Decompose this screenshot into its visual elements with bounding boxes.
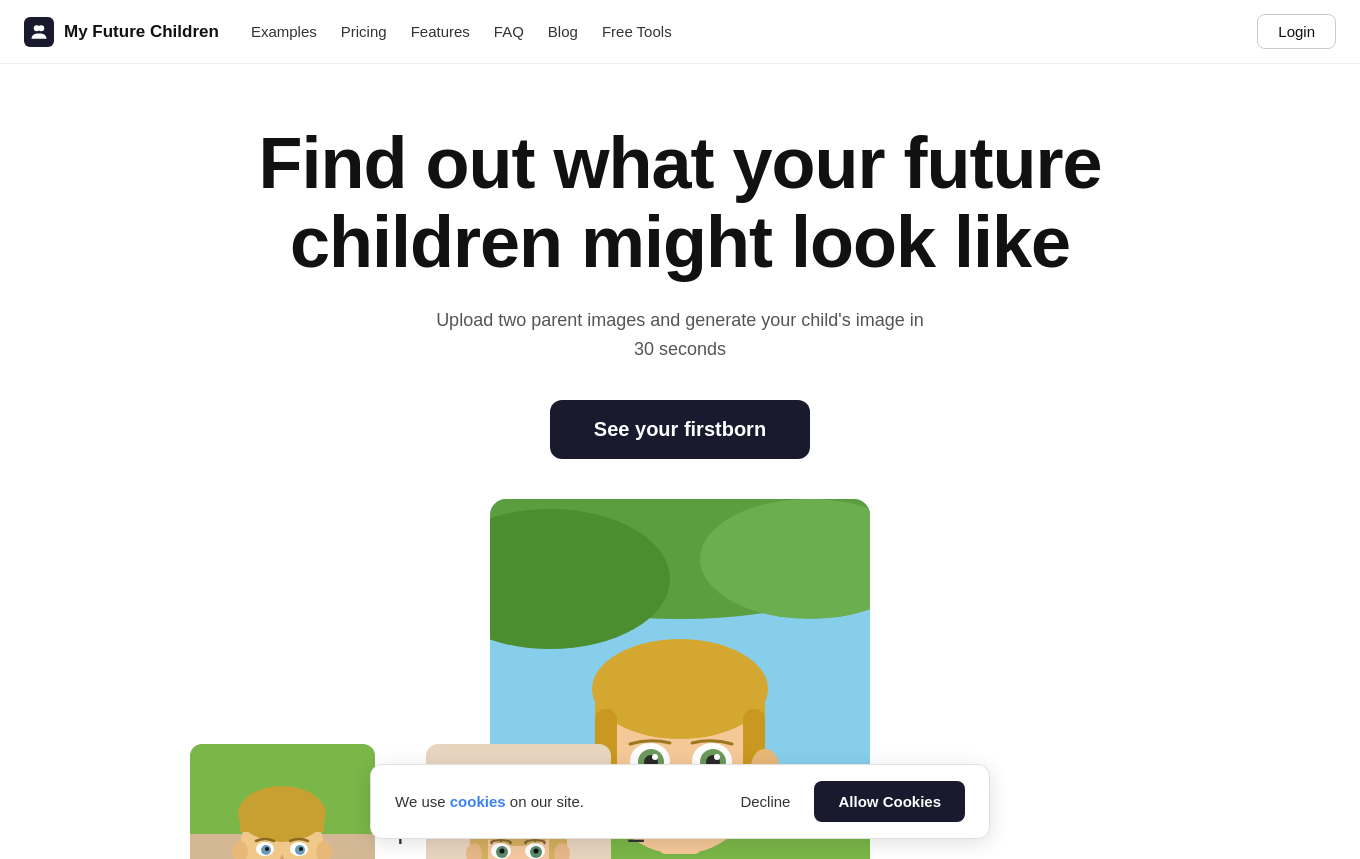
svg-point-15 <box>265 847 269 851</box>
svg-point-31 <box>499 848 504 853</box>
svg-point-16 <box>299 847 303 851</box>
svg-point-53 <box>652 754 658 760</box>
father-photo <box>190 744 375 859</box>
nav-links: Examples Pricing Features FAQ Blog Free … <box>251 23 672 41</box>
hero-section: Find out what your future children might… <box>0 64 1360 859</box>
navbar-left: My Future Children Examples Pricing Feat… <box>24 17 672 47</box>
hero-title: Find out what your future children might… <box>250 124 1110 282</box>
brand-icon <box>24 17 54 47</box>
svg-rect-8 <box>240 814 324 832</box>
nav-features[interactable]: Features <box>411 23 470 40</box>
svg-point-54 <box>714 754 720 760</box>
allow-cookies-button[interactable]: Allow Cookies <box>814 781 965 822</box>
cookie-banner: We use cookies on our site. Decline Allo… <box>370 764 990 839</box>
login-button[interactable]: Login <box>1257 14 1336 49</box>
brand-name: My Future Children <box>64 22 219 42</box>
nav-blog[interactable]: Blog <box>548 23 578 40</box>
cta-button[interactable]: See your firstborn <box>550 400 810 459</box>
navbar: My Future Children Examples Pricing Feat… <box>0 0 1360 64</box>
nav-examples[interactable]: Examples <box>251 23 317 40</box>
nav-pricing[interactable]: Pricing <box>341 23 387 40</box>
hero-subtitle: Upload two parent images and generate yo… <box>430 306 930 364</box>
nav-faq[interactable]: FAQ <box>494 23 524 40</box>
svg-point-1 <box>38 25 44 31</box>
nav-free-tools[interactable]: Free Tools <box>602 23 672 40</box>
cookie-text: We use cookies on our site. <box>395 793 696 810</box>
decline-button[interactable]: Decline <box>728 785 802 818</box>
brand-logo[interactable]: My Future Children <box>24 17 219 47</box>
cookies-link[interactable]: cookies <box>450 793 506 810</box>
svg-point-32 <box>533 848 538 853</box>
svg-rect-42 <box>595 694 765 724</box>
cookie-actions: Decline Allow Cookies <box>728 781 965 822</box>
